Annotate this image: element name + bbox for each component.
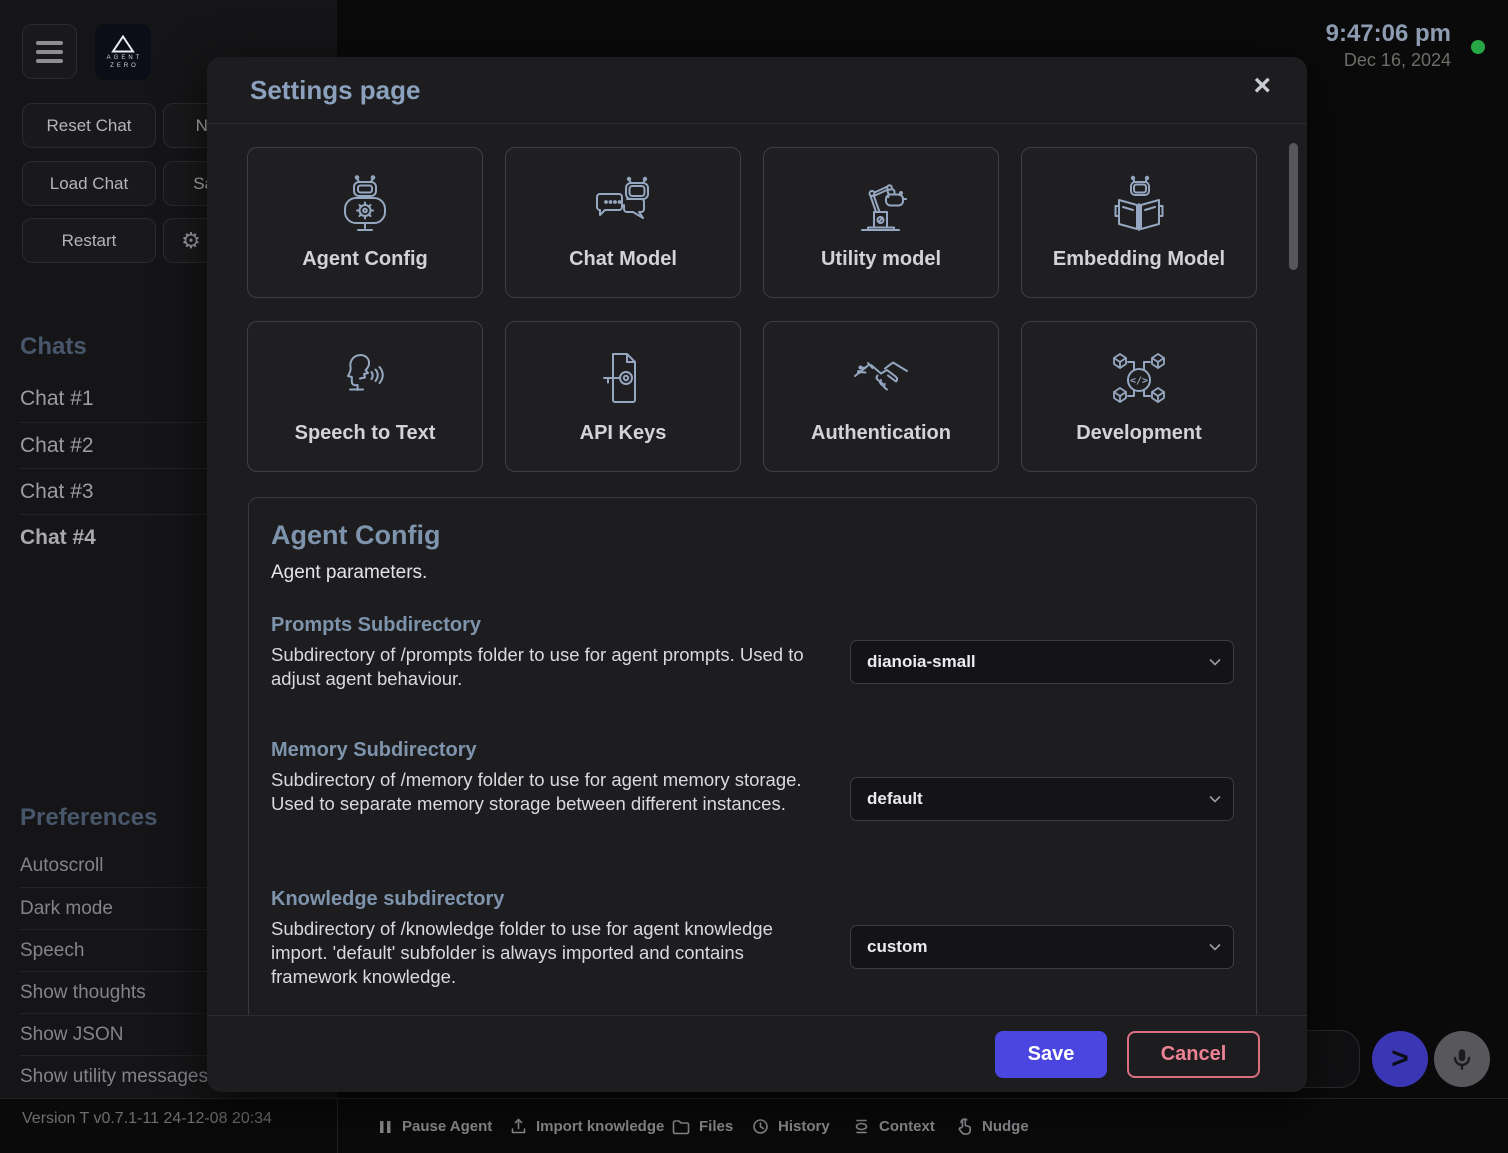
embedding-model-book-robot-icon — [1107, 174, 1171, 238]
field-knowledge-subdirectory: Knowledge subdirectory Subdirectory of /… — [271, 888, 1234, 989]
settings-scroll-area: Agent Config Chat Model — [207, 124, 1307, 1015]
settings-modal-header: Settings page × — [207, 57, 1307, 124]
tile-speech-to-text[interactable]: Speech to Text — [247, 321, 483, 472]
hamburger-icon — [36, 41, 63, 45]
tile-chat-model[interactable]: Chat Model — [505, 147, 741, 298]
upload-icon — [510, 1118, 527, 1135]
svg-text:</>: </> — [1130, 376, 1148, 387]
clock-widget: 9:47:06 pm Dec 16, 2024 — [1326, 20, 1451, 71]
tile-label: Embedding Model — [1053, 248, 1225, 271]
hamburger-menu-button[interactable] — [22, 24, 77, 79]
folder-icon — [672, 1119, 690, 1135]
field-label: Memory Subdirectory — [271, 739, 1234, 762]
files-button[interactable]: Files — [672, 1099, 733, 1153]
preferences-header: Preferences — [20, 804, 157, 832]
field-description: Subdirectory of /memory folder to use fo… — [271, 768, 806, 816]
settings-modal-footer: Save Cancel — [207, 1015, 1307, 1092]
chats-header: Chats — [20, 333, 87, 361]
chevron-down-icon — [1209, 795, 1221, 803]
tile-label: Utility model — [821, 248, 941, 271]
agent-config-section: Agent Config Agent parameters. Prompts S… — [248, 497, 1257, 1015]
settings-title: Settings page — [250, 75, 420, 106]
tile-utility-model[interactable]: Utility model — [763, 147, 999, 298]
send-arrow-icon: > — [1391, 1042, 1409, 1076]
field-prompts-subdirectory: Prompts Subdirectory Subdirectory of /pr… — [271, 614, 1234, 691]
statusbar-divider — [337, 1099, 338, 1153]
load-chat-button[interactable]: Load Chat — [22, 161, 156, 206]
chevron-down-icon — [1209, 943, 1221, 951]
history-button[interactable]: History — [752, 1099, 830, 1153]
prompts-subdirectory-select[interactable]: dianoia-small — [850, 640, 1234, 684]
chevron-down-icon — [1209, 658, 1221, 666]
nudge-hand-icon — [956, 1118, 973, 1136]
gear-icon: ⚙ — [181, 228, 201, 254]
clock-time: 9:47:06 pm — [1326, 20, 1451, 48]
tile-label: Agent Config — [302, 248, 428, 271]
modal-scrollbar-thumb[interactable] — [1289, 143, 1298, 270]
logo-text-line1: AGENT — [104, 55, 143, 61]
status-bar: Pause Agent Import knowledge Files Histo… — [0, 1098, 1508, 1153]
agent-config-robot-icon — [333, 174, 397, 238]
close-icon[interactable]: × — [1253, 71, 1271, 101]
send-button[interactable]: > — [1372, 1031, 1428, 1087]
api-keys-document-key-icon — [591, 348, 655, 412]
online-status-dot — [1471, 40, 1485, 54]
field-memory-subdirectory: Memory Subdirectory Subdirectory of /mem… — [271, 739, 1234, 816]
logo-text-line2: ZERO — [107, 63, 139, 69]
tile-label: API Keys — [580, 422, 667, 445]
context-button[interactable]: Context — [853, 1099, 935, 1153]
field-label: Prompts Subdirectory — [271, 614, 1234, 637]
save-button[interactable]: Save — [995, 1031, 1107, 1078]
speech-to-text-face-icon — [333, 348, 397, 412]
tile-label: Chat Model — [569, 248, 677, 271]
agent-zero-logo: AGENT ZERO — [95, 24, 151, 80]
knowledge-subdirectory-select[interactable]: custom — [850, 925, 1234, 969]
tile-api-keys[interactable]: API Keys — [505, 321, 741, 472]
nudge-button[interactable]: Nudge — [956, 1099, 1029, 1153]
import-knowledge-button[interactable]: Import knowledge — [510, 1099, 664, 1153]
restart-button[interactable]: Restart — [22, 218, 156, 263]
pause-agent-button[interactable]: Pause Agent — [378, 1099, 492, 1153]
microphone-button[interactable] — [1434, 1031, 1490, 1087]
clock-date: Dec 16, 2024 — [1326, 50, 1451, 71]
field-description: Subdirectory of /prompts folder to use f… — [271, 643, 806, 691]
field-label: Knowledge subdirectory — [271, 888, 1234, 911]
settings-modal: Settings page × Agent Config — [207, 57, 1307, 1092]
tile-agent-config[interactable]: Agent Config — [247, 147, 483, 298]
cancel-button[interactable]: Cancel — [1127, 1031, 1260, 1078]
history-clock-icon — [752, 1118, 769, 1135]
section-subtitle: Agent parameters. — [271, 562, 427, 584]
context-icon — [853, 1118, 870, 1135]
tile-development[interactable]: </> — [1021, 321, 1257, 472]
memory-subdirectory-select[interactable]: default — [850, 777, 1234, 821]
tile-label: Development — [1076, 422, 1202, 445]
tile-label: Speech to Text — [295, 422, 436, 445]
pause-icon — [378, 1119, 393, 1135]
tile-authentication[interactable]: Authentication — [763, 321, 999, 472]
tile-label: Authentication — [811, 422, 951, 445]
settings-tile-grid: Agent Config Chat Model — [247, 147, 1265, 472]
microphone-icon — [1449, 1046, 1475, 1072]
field-description: Subdirectory of /knowledge folder to use… — [271, 917, 806, 989]
authentication-handshake-icon — [849, 348, 913, 412]
tile-embedding-model[interactable]: Embedding Model — [1021, 147, 1257, 298]
development-code-cubes-icon: </> — [1107, 348, 1171, 412]
section-title: Agent Config — [271, 520, 440, 551]
utility-model-robot-arm-icon — [849, 174, 913, 238]
logo-triangle-icon — [111, 35, 135, 53]
reset-chat-button[interactable]: Reset Chat — [22, 103, 156, 148]
chat-model-robot-icon — [591, 174, 655, 238]
